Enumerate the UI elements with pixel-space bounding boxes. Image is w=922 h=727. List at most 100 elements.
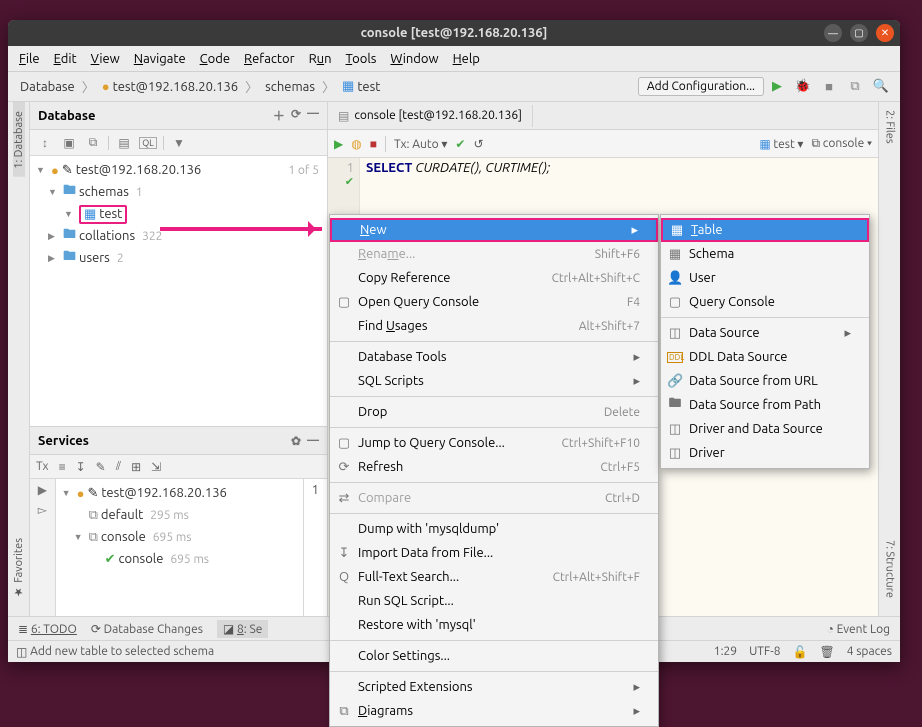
run-button[interactable]: ▶ (767, 77, 787, 97)
services-tree-console-run[interactable]: ✔ console 695 ms (56, 548, 303, 570)
ctx-run-sql-script[interactable]: Run SQL Script... (330, 589, 658, 613)
services-tree-console-group[interactable]: ▼⧉ console 695 ms (56, 526, 303, 548)
menu-run[interactable]: Run (302, 49, 339, 69)
breadcrumb-database[interactable]: Database (14, 78, 81, 96)
ctx-database-tools[interactable]: Database Tools▸ (330, 345, 658, 369)
ctx-new[interactable]: New▸ (330, 218, 658, 242)
ctx-restore[interactable]: Restore with 'mysql' (330, 613, 658, 637)
services-tool-icon[interactable]: ✎ (96, 460, 106, 474)
new-query-console[interactable]: ▢ Query Console (661, 290, 869, 314)
hide-button[interactable]: — (307, 107, 319, 124)
maximize-button[interactable]: ▢ (850, 24, 868, 42)
data-source-props-button[interactable]: ⧉ (84, 136, 102, 150)
ctx-dump[interactable]: Dump with 'mysqldump' (330, 517, 658, 541)
ctx-sql-scripts[interactable]: SQL Scripts▸ (330, 369, 658, 393)
services-tree[interactable]: ▼● ✎ test@192.168.20.136 ⧉ default 295 m… (56, 479, 304, 616)
ctx-open-query-console[interactable]: ▢ Open Query ConsoleF4 (330, 290, 658, 314)
tx-mode-selector[interactable]: Tx: Auto ▾ (394, 137, 447, 151)
services-tool-icon[interactable]: ⇲ (151, 460, 161, 474)
toolwindow-favorites-tab[interactable]: ★ Favorites (12, 530, 25, 606)
new-table[interactable]: ▦ Table (661, 218, 869, 242)
services-tool-icon[interactable]: ↧ (76, 460, 86, 474)
status-indent[interactable]: 4 spaces (847, 645, 892, 659)
menu-file[interactable]: File (12, 49, 47, 69)
services-tree-connection[interactable]: ▼● ✎ test@192.168.20.136 (56, 482, 303, 504)
search-everywhere-button[interactable]: 🔍 (871, 77, 891, 97)
stop-button[interactable]: ▣ (60, 136, 78, 150)
services-attach-button[interactable]: ▻ (38, 503, 47, 517)
menu-view[interactable]: View (84, 49, 127, 69)
database-tree[interactable]: ▼● ✎ test@192.168.20.136 1 of 5 ▼🖿 schem… (30, 156, 327, 426)
new-schema[interactable]: ▦ Schema (661, 242, 869, 266)
toolwindow-files-tab[interactable]: 2: Files (884, 102, 896, 152)
ctx-full-text-search[interactable]: Q Full-Text Search...Ctrl+Alt+Shift+F (330, 565, 658, 589)
ctx-find-usages[interactable]: Find UsagesAlt+Shift+7 (330, 314, 658, 338)
status-encoding[interactable]: UTF-8 (749, 645, 780, 659)
services-hide-button[interactable]: — (307, 434, 319, 448)
ctx-color-settings[interactable]: Color Settings... (330, 644, 658, 668)
debug-button[interactable]: 🐞 (793, 77, 813, 97)
toolwindow-dbchanges-tab[interactable]: ⟳ Database Changes (91, 622, 203, 636)
new-user[interactable]: 👤 User (661, 266, 869, 290)
editor-run-button[interactable]: ▶ (334, 137, 343, 151)
breadcrumb-test[interactable]: ▦ test (336, 77, 386, 96)
services-gear-button[interactable]: ✿ (291, 434, 301, 448)
new-data-source-url[interactable]: 🔗 Data Source from URL (661, 369, 869, 393)
menu-edit[interactable]: Edit (47, 49, 84, 69)
ctx-diagrams[interactable]: ⧉ Diagrams▸ (330, 699, 658, 723)
editor-stop-button[interactable]: ■ (370, 137, 377, 151)
toolwindow-services-tab[interactable]: ◪ 8: Se (217, 620, 269, 638)
editor-tab-console[interactable]: ▤ console [test@192.168.20.136] (328, 105, 533, 127)
refresh-button[interactable]: ⟳ (291, 107, 301, 124)
menu-refactor[interactable]: Refactor (237, 49, 302, 69)
menu-navigate[interactable]: Navigate (127, 49, 193, 69)
toolwindow-todo-tab[interactable]: ≣ 6: TODO (18, 622, 77, 636)
filter-button[interactable]: ▼ (170, 136, 188, 150)
menu-help[interactable]: Help (446, 49, 487, 69)
new-driver-and-ds[interactable]: ◫ Driver and Data Source (661, 417, 869, 441)
rollback-button[interactable]: ↺ (473, 137, 483, 151)
toolwindow-structure-tab[interactable]: 7: Structure (884, 532, 896, 606)
editor-explain-button[interactable]: ◍ (351, 137, 361, 151)
close-button[interactable]: ✕ (876, 24, 894, 42)
project-structure-button[interactable]: ⧉ (845, 77, 865, 97)
minimize-button[interactable]: — (824, 24, 842, 42)
status-position[interactable]: 1:29 (714, 645, 737, 659)
tree-test-schema-row[interactable]: ▼ ▦ test (30, 203, 327, 225)
status-icon[interactable]: ◫ (16, 645, 27, 659)
stop-button[interactable]: ■ (819, 77, 839, 97)
toolwindow-database-tab[interactable]: 1: Database (13, 102, 25, 177)
ctx-import-data[interactable]: ↧ Import Data from File... (330, 541, 658, 565)
event-log-button[interactable]: ◔ Event Log (827, 622, 890, 636)
ctx-scripted-extensions[interactable]: Scripted Extensions▸ (330, 675, 658, 699)
status-mem-icon[interactable]: 🗑 (819, 645, 834, 659)
target-datasource[interactable]: ▦ test ▾ (759, 137, 803, 151)
services-tree-default[interactable]: ⧉ default 295 ms (56, 504, 303, 526)
services-tool-icon[interactable]: ⫽ (116, 460, 121, 474)
target-console[interactable]: ⧉ console ▾ (811, 137, 872, 151)
new-driver[interactable]: ◫ Driver (661, 441, 869, 465)
status-lock-icon[interactable]: 🔓 (793, 645, 808, 659)
breadcrumb-schemas[interactable]: schemas (259, 78, 321, 96)
services-run-button[interactable]: ▶ (38, 483, 47, 497)
ctx-refresh[interactable]: ⟳ RefreshCtrl+F5 (330, 455, 658, 479)
breadcrumb-connection[interactable]: ● test@192.168.20.136 (96, 77, 244, 96)
menu-code[interactable]: Code (193, 49, 237, 69)
tree-schemas-row[interactable]: ▼🖿 schemas 1 (30, 181, 327, 203)
ctx-drop[interactable]: DropDelete (330, 400, 658, 424)
jump-to-console-button[interactable]: QL (139, 137, 157, 149)
menu-tools[interactable]: Tools (339, 49, 384, 69)
services-tool-icon[interactable]: ⊞ (131, 460, 141, 474)
new-data-source[interactable]: ◫ Data Source▸ (661, 321, 869, 345)
add-data-source-button[interactable]: ＋ (273, 107, 285, 124)
synchronize-button[interactable]: ▤ (115, 136, 133, 150)
add-configuration-button[interactable]: Add Configuration... (638, 77, 764, 96)
new-ddl-data-source[interactable]: DDL DDL Data Source (661, 345, 869, 369)
tree-users-row[interactable]: ▶🖿 users 2 (30, 247, 327, 269)
menu-window[interactable]: Window (383, 49, 445, 69)
ctx-copy-reference[interactable]: Copy ReferenceCtrl+Alt+Shift+C (330, 266, 658, 290)
tree-connection-row[interactable]: ▼● ✎ test@192.168.20.136 1 of 5 (30, 159, 327, 181)
new-data-source-path[interactable]: 🖿 Data Source from Path (661, 393, 869, 417)
commit-button[interactable]: ✔ (455, 137, 465, 151)
collapse-all-button[interactable]: ↕ (36, 136, 54, 150)
